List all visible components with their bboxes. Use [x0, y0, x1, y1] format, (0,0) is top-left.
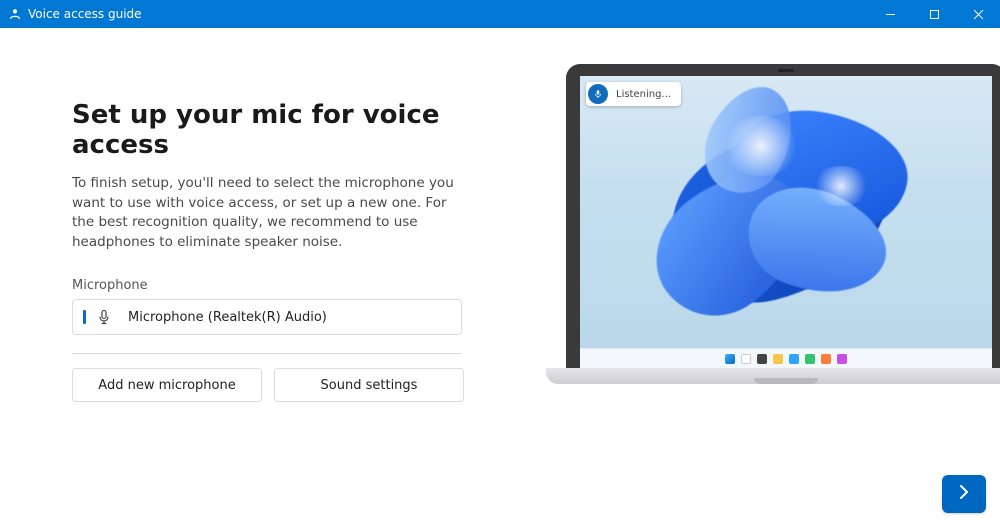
button-row: Add new microphone Sound settings	[72, 368, 472, 402]
edge-icon	[789, 354, 799, 364]
setup-panel: Set up your mic for voice access To fini…	[72, 100, 472, 402]
divider	[72, 353, 462, 354]
app-icon	[8, 7, 22, 21]
microphone-dropdown[interactable]: Microphone (Realtek(R) Audio)	[72, 299, 462, 335]
selected-microphone-name: Microphone (Realtek(R) Audio)	[128, 310, 327, 325]
microphone-icon	[96, 309, 112, 325]
laptop-hinge	[754, 378, 818, 384]
laptop-illustration: Listening...	[566, 64, 1000, 394]
window-title: Voice access guide	[28, 7, 142, 21]
sound-settings-button[interactable]: Sound settings	[274, 368, 464, 402]
microphone-icon	[588, 84, 608, 104]
explorer-icon	[773, 354, 783, 364]
add-new-microphone-button[interactable]: Add new microphone	[72, 368, 262, 402]
search-icon	[741, 354, 751, 364]
page-description: To finish setup, you'll need to select t…	[72, 174, 472, 252]
content-area: Set up your mic for voice access To fini…	[0, 28, 1000, 527]
taskview-icon	[757, 354, 767, 364]
sound-settings-label: Sound settings	[321, 378, 418, 393]
laptop-screen: Listening...	[580, 76, 992, 368]
laptop-camera	[778, 69, 794, 72]
title-bar: Voice access guide	[0, 0, 1000, 28]
minimize-button[interactable]	[868, 0, 912, 28]
chevron-right-icon	[955, 483, 973, 505]
laptop-bezel: Listening...	[566, 64, 1000, 368]
app-icon	[837, 354, 847, 364]
close-button[interactable]	[956, 0, 1000, 28]
app-icon	[805, 354, 815, 364]
voice-access-status-text: Listening...	[610, 89, 681, 100]
add-new-microphone-label: Add new microphone	[98, 378, 235, 393]
page-heading: Set up your mic for voice access	[72, 100, 472, 160]
voice-access-status-pill: Listening...	[586, 82, 681, 106]
app-icon	[821, 354, 831, 364]
taskbar	[580, 348, 992, 368]
next-button[interactable]	[942, 475, 986, 513]
start-icon	[725, 354, 735, 364]
maximize-button[interactable]	[912, 0, 956, 28]
windows-bloom-wallpaper	[631, 96, 941, 336]
microphone-label: Microphone	[72, 278, 472, 293]
mic-level-indicator	[83, 310, 86, 324]
